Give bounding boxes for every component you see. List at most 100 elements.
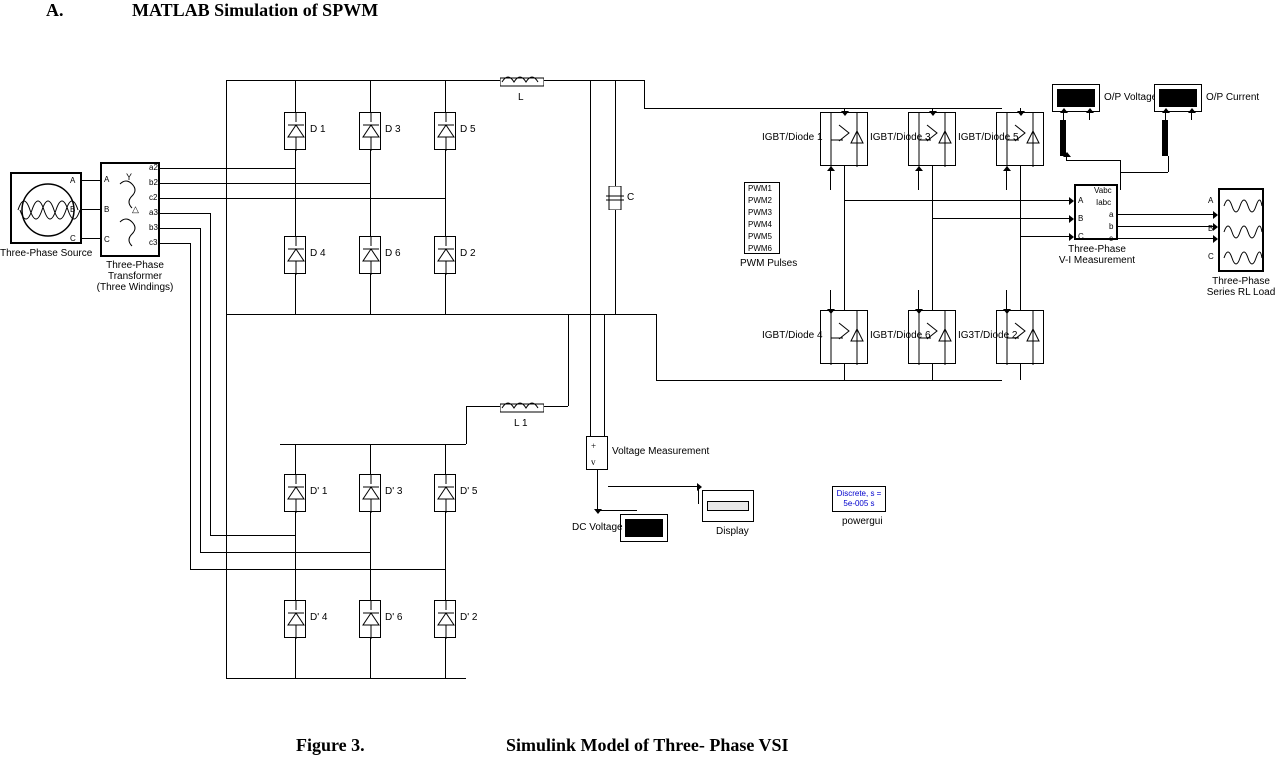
pwm1-label: PWM1 [748,184,772,193]
diode-d1 [284,112,306,150]
display-label: Display [716,526,749,537]
voltage-measurement-label: Voltage Measurement [612,446,709,457]
diode-d4-label: D 4 [310,248,326,259]
wire [597,470,598,510]
wire [210,213,211,535]
igbt-4 [820,310,868,364]
powergui-label: powergui [842,516,883,527]
wire [644,80,645,108]
wire [295,150,296,236]
wire [1006,290,1007,310]
wire [597,510,637,511]
wire [82,209,100,210]
igbt-4-label: IGBT/Diode 4 [762,330,823,341]
wire [160,213,210,214]
wire [604,314,605,436]
wire [1066,160,1120,161]
wire [445,150,446,236]
wire [370,150,371,236]
wire [1020,364,1021,380]
xfmr-port-a3: a3 [149,208,158,217]
xfmr-port-b2: b2 [149,178,158,187]
inductor-l [500,72,544,90]
diode-d6 [359,236,381,274]
inductor-l1 [500,398,544,416]
igbt-1-label: IGBT/Diode 1 [762,132,823,143]
vi-port-c: C [1078,232,1084,241]
diode-dp3 [359,474,381,512]
dc-voltage-scope [620,514,668,542]
vi-port-b-out: b [1109,222,1113,231]
wire [445,512,446,600]
load-port-a: A [1208,196,1213,205]
wire [160,183,370,184]
diode-dp5-label: D' 5 [460,486,477,497]
wire [226,80,500,81]
diode-dp1-label: D' 1 [310,486,327,497]
wire [656,314,657,380]
wire [608,486,698,487]
wire [844,166,845,310]
wire [160,243,190,244]
wire [466,406,500,407]
wire [932,166,933,310]
wire [280,444,466,445]
xfmr-port-a2: a2 [149,163,158,172]
diode-d1-label: D 1 [310,124,326,135]
wire [370,274,371,314]
wire [190,243,191,569]
xfmr-port-a: A [104,175,109,184]
vi-port-a: A [1078,196,1083,205]
op-current-label: O/P Current [1206,92,1259,103]
wire [932,108,933,112]
xfmr-port-c: C [104,235,110,244]
wire [844,364,845,380]
wire [1089,112,1090,120]
wire [295,444,296,474]
wire [370,638,371,678]
wire [644,108,1002,109]
wire [1191,112,1192,120]
load-port-c: C [1208,252,1214,261]
wire [1063,112,1064,120]
mux-bar [1162,120,1168,156]
wire [226,678,466,679]
wire [445,274,446,314]
diode-d3 [359,112,381,150]
wire [295,80,296,112]
wire [932,218,1070,219]
wire [1118,214,1214,215]
wire [1006,170,1007,190]
diode-dp6-label: D' 6 [385,612,402,623]
wire [1118,226,1214,227]
wire [1020,166,1021,310]
wire [615,210,616,314]
wire [615,80,616,186]
wire [190,569,445,570]
load-label: Three-Phase Series RL Load [1200,276,1282,298]
igbt-3-label: IGBT/Diode 3 [870,132,931,143]
wire [295,638,296,678]
src-port-c: C [70,234,76,243]
wire [445,444,446,474]
vi-port-iabc: Iabc [1096,198,1111,207]
display-block [702,490,754,522]
wire [210,535,295,536]
diode-dp3-label: D' 3 [385,486,402,497]
wire [370,512,371,600]
wire [295,512,296,600]
wire [830,170,831,190]
transformer-label: Three-Phase Transformer (Three Windings) [90,260,180,293]
wire [295,274,296,314]
diode-dp1 [284,474,306,512]
diode-d6-label: D 6 [385,248,401,259]
wire [1020,236,1070,237]
vi-port-vabc: Vabc [1094,186,1112,195]
figure-number: Figure 3. [296,735,365,756]
igbt-5-label: IGBT/Diode 5 [958,132,1019,143]
wire [544,406,568,407]
vi-port-c-out: c [1109,234,1113,243]
wire [82,238,100,239]
wire [918,290,919,310]
igbt-6-label: IGBT/Diode 6 [870,330,931,341]
